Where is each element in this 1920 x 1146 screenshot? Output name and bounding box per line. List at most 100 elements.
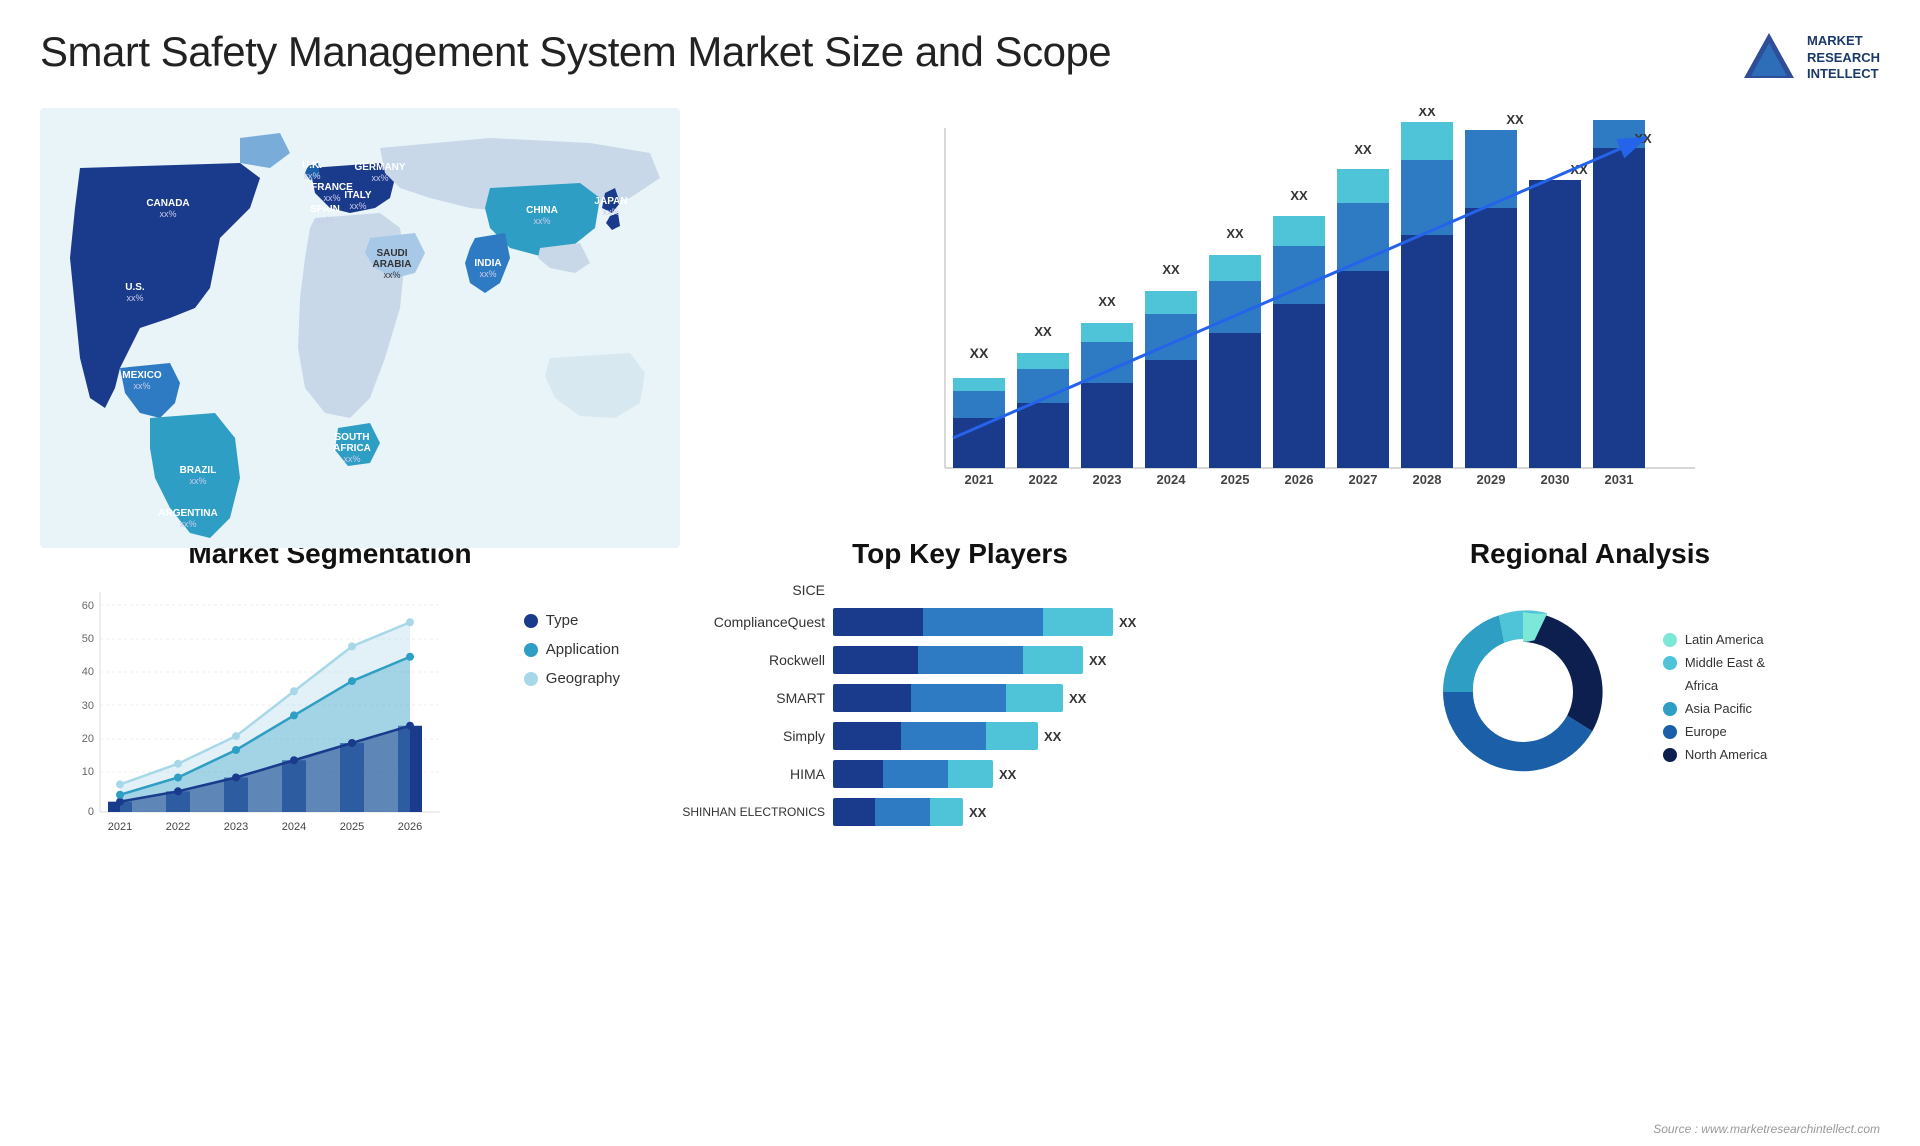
main-content: CANADA xx% U.S. xx% MEXICO xx% BRAZIL xx… [0,98,1920,857]
svg-text:CANADA: CANADA [146,198,189,209]
world-map-svg: CANADA xx% U.S. xx% MEXICO xx% BRAZIL xx… [40,108,680,548]
source-text: Source : www.marketresearchintellect.com [1653,1122,1880,1136]
legend-eu: Europe [1663,724,1767,739]
player-shinhan-bar-inner [833,798,963,826]
svg-text:2025: 2025 [1221,472,1250,487]
svg-text:2022: 2022 [1029,472,1058,487]
player-rockwell-bar-inner [833,646,1083,674]
key-players-title: Top Key Players [650,538,1270,570]
segmentation-section: Market Segmentation 0 10 20 30 [40,538,620,857]
svg-text:xx%: xx% [126,293,143,303]
svg-text:U.S.: U.S. [125,282,145,293]
player-cq-name: ComplianceQuest [650,614,825,630]
donut-legend: Latin America Middle East & Africa Asia … [1663,632,1767,762]
svg-text:2031: 2031 [1605,472,1634,487]
svg-text:xx%: xx% [179,519,196,529]
svg-text:2023: 2023 [1093,472,1122,487]
svg-text:2021: 2021 [108,821,132,833]
legend-na: North America [1663,747,1767,762]
logo-icon [1739,28,1799,88]
bar-2022-seg1 [1017,403,1069,468]
svg-text:xx%: xx% [383,270,400,280]
player-hima: HIMA XX [650,760,1270,788]
page-title: Smart Safety Management System Market Si… [40,28,1111,76]
svg-text:XX: XX [1290,188,1308,203]
player-smart-bar-inner [833,684,1063,712]
svg-text:2029: 2029 [1477,472,1506,487]
svg-text:XX: XX [970,345,989,361]
donut-chart [1413,582,1633,802]
bottom-grid: Market Segmentation 0 10 20 30 [30,538,1890,857]
player-shinhan-bar: XX [833,798,1270,826]
legend-mea: Middle East & [1663,655,1767,670]
svg-text:20: 20 [82,733,94,745]
svg-text:xx%: xx% [343,454,360,464]
player-shinhan: SHINHAN ELECTRONICS XX [650,798,1270,826]
svg-text:SPAIN: SPAIN [310,204,340,215]
svg-text:ARABIA: ARABIA [373,259,412,270]
seg-legend: Type Application Geography [524,612,620,687]
svg-text:2026: 2026 [398,821,422,833]
player-cq-bar: XX [833,608,1270,636]
logo-box: MARKET RESEARCH INTELLECT [1739,28,1880,88]
svg-text:XX: XX [1034,324,1052,339]
svg-text:2027: 2027 [1349,472,1378,487]
player-simply-bar-inner [833,722,1038,750]
svg-text:INDIA: INDIA [474,258,501,269]
player-hima-name: HIMA [650,766,825,782]
svg-text:xx%: xx% [371,173,388,183]
svg-text:xx%: xx% [303,171,320,181]
svg-text:2024: 2024 [282,821,306,833]
svg-text:ARGENTINA: ARGENTINA [158,508,217,519]
svg-text:AFRICA: AFRICA [333,443,371,454]
player-smart-bar: XX [833,684,1270,712]
svg-text:2023: 2023 [224,821,248,833]
player-simply-bar: XX [833,722,1270,750]
regional-section: Regional Analysis [1300,538,1880,857]
bar-2021-seg2 [953,391,1005,418]
svg-text:xx%: xx% [323,193,340,203]
svg-text:XX: XX [1226,226,1244,241]
legend-ap: Asia Pacific [1663,701,1767,716]
svg-text:xx%: xx% [533,216,550,226]
seg-type-legend: Type [524,612,620,629]
svg-text:2024: 2024 [1157,472,1187,487]
player-smart-name: SMART [650,690,825,706]
svg-text:2030: 2030 [1541,472,1570,487]
svg-text:0: 0 [88,806,94,818]
player-simply: Simply XX [650,722,1270,750]
svg-text:xx%: xx% [602,207,619,217]
world-map: CANADA xx% U.S. xx% MEXICO xx% BRAZIL xx… [40,108,680,488]
svg-text:GERMANY: GERMANY [354,162,405,173]
donut-hole [1473,642,1573,742]
player-sice-name: SICE [650,582,825,598]
seg-geo-legend: Geography [524,670,620,687]
svg-text:2026: 2026 [1285,472,1314,487]
regional-content: Latin America Middle East & Africa Asia … [1413,582,1767,802]
player-rockwell-bar: XX [833,646,1270,674]
svg-text:XX: XX [1098,294,1116,309]
svg-text:2025: 2025 [340,821,364,833]
legend-mea2: Africa [1663,678,1767,693]
svg-text:xx%: xx% [133,381,150,391]
player-rockwell-name: Rockwell [650,652,825,668]
svg-text:xx%: xx% [479,269,496,279]
svg-text:CHINA: CHINA [526,205,558,216]
latin-dot [1663,633,1677,647]
mea-dot [1663,656,1677,670]
player-hima-bar-inner [833,760,993,788]
svg-text:XX: XX [1506,112,1524,127]
key-players-section: Top Key Players SICE ComplianceQuest XX [640,538,1280,857]
bar-chart-section: XX 2021 XX 2022 XX 2023 XX 2024 XX [700,98,1890,528]
svg-text:JAPAN: JAPAN [594,196,627,207]
player-cq-bar-inner [833,608,1113,636]
svg-text:60: 60 [82,600,94,612]
svg-text:BRAZIL: BRAZIL [180,465,217,476]
ap-dot [1663,702,1677,716]
svg-text:SOUTH: SOUTH [335,432,370,443]
svg-text:2022: 2022 [166,821,190,833]
svg-text:2028: 2028 [1413,472,1442,487]
player-shinhan-name: SHINHAN ELECTRONICS [650,805,825,819]
svg-text:50: 50 [82,633,94,645]
svg-text:XX: XX [1354,142,1372,157]
